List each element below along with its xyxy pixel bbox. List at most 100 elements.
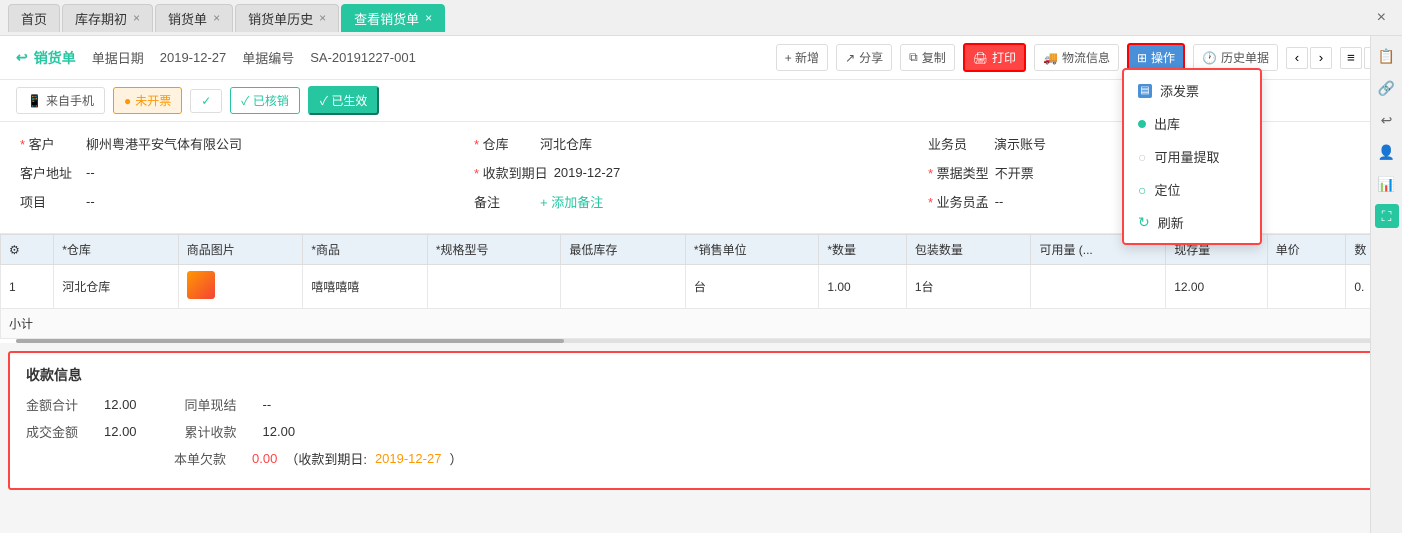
- staff2-label: 业务员孟: [928, 192, 989, 211]
- check-icon: ✓: [201, 94, 211, 108]
- tab-view-sales[interactable]: 查看销货单 ×: [341, 4, 445, 32]
- cancelled-button[interactable]: ✓ 已核销: [230, 87, 300, 114]
- row-price: [1267, 265, 1346, 309]
- share-icon: ↗: [845, 51, 855, 65]
- sidebar-chart-icon[interactable]: 📊: [1375, 172, 1399, 196]
- doc-actions: + 新增 ↗ 分享 ⧉ 复制 🖨 打印 🚚 物流信息 ⊞ 操作 �: [776, 43, 1386, 72]
- col-quantity: *数量: [819, 235, 907, 265]
- nav-arrows: ‹ ›: [1286, 47, 1332, 69]
- address-value: --: [86, 165, 95, 180]
- tab-view-sales-close[interactable]: ×: [425, 11, 432, 25]
- plus-icon: +: [540, 195, 548, 210]
- history-button[interactable]: 🕐 历史单据: [1193, 44, 1278, 71]
- available-label: 可用量提取: [1154, 147, 1219, 166]
- deal-amount-label: 成交金额: [26, 422, 96, 441]
- ticket-icon: ●: [124, 94, 131, 108]
- logistics-button[interactable]: 🚚 物流信息: [1034, 44, 1119, 71]
- tab-inventory-close[interactable]: ×: [133, 11, 140, 25]
- payment-date-value: 2019-12-27: [554, 165, 621, 180]
- tab-sales-history[interactable]: 销货单历史 ×: [235, 4, 339, 32]
- row-product: 嘻嘻嘻嘻: [303, 265, 428, 309]
- locate-icon: ○: [1138, 182, 1146, 198]
- warehouse-field: 仓库 河北仓库: [474, 134, 928, 153]
- tab-view-sales-label: 查看销货单: [354, 9, 419, 28]
- sidebar-return-icon[interactable]: ↩: [1375, 108, 1399, 132]
- tab-sales-close[interactable]: ×: [213, 11, 220, 25]
- print-button[interactable]: 🖨 打印: [963, 43, 1026, 72]
- from-phone-button[interactable]: 📱 来自手机: [16, 87, 105, 114]
- prev-button[interactable]: ‹: [1286, 47, 1308, 69]
- row-num: 1: [1, 265, 54, 309]
- table-row: 1 河北仓库 嘻嘻嘻嘻 台 1.00 1台 12.00 0.: [1, 265, 1402, 309]
- ticket-type-value: 不开票: [995, 163, 1034, 182]
- add-notes-link[interactable]: + 添加备注: [540, 192, 603, 211]
- add-invoice-icon: ▤: [1138, 84, 1152, 98]
- customer-label: 客户: [20, 134, 80, 153]
- tab-sales-history-close[interactable]: ×: [319, 11, 326, 25]
- share-button[interactable]: ↗ 分享: [836, 44, 892, 71]
- check-circle-icon: ✓: [241, 94, 249, 108]
- scroll-thumb: [16, 339, 564, 343]
- payment-info-section: 收款信息 金额合计 12.00 同单现结 -- 成交金额 12.00 累计收款 …: [26, 365, 1376, 476]
- address-field: 客户地址 --: [20, 163, 474, 182]
- sidebar-user-icon[interactable]: 👤: [1375, 140, 1399, 164]
- print-icon: 🖨: [973, 51, 988, 65]
- dropdown-available[interactable]: ○ 可用量提取: [1124, 140, 1260, 173]
- col-unit: *销售单位: [685, 235, 818, 265]
- tab-sales-history-label: 销货单历史: [248, 9, 313, 28]
- sidebar-expand-icon[interactable]: ⛶: [1375, 204, 1399, 228]
- next-button[interactable]: ›: [1310, 47, 1332, 69]
- amount-total-value: 12.00: [104, 397, 137, 412]
- col-min-stock: 最低库存: [561, 235, 686, 265]
- number-value: SA-20191227-001: [310, 50, 416, 65]
- product-image: [187, 271, 215, 299]
- cumulative-label: 累计收款: [185, 422, 255, 441]
- row-spec: [427, 265, 560, 309]
- dropdown-locate[interactable]: ○ 定位: [1124, 173, 1260, 206]
- effective-button[interactable]: ✓ 已生效: [308, 86, 380, 115]
- row-image: [178, 265, 303, 309]
- row-quantity: 1.00: [819, 265, 907, 309]
- tab-sales[interactable]: 销货单 ×: [155, 4, 233, 32]
- doc-title-text: 销货单: [34, 48, 76, 68]
- customer-value: 柳州粤港平安气体有限公司: [86, 134, 242, 153]
- date-label: 单据日期: [92, 48, 144, 67]
- history-icon: 🕐: [1202, 51, 1217, 65]
- sidebar-doc-icon[interactable]: 📋: [1375, 44, 1399, 68]
- owe-label: 本单欠款: [174, 449, 244, 468]
- operation-dropdown: ▤ 添发票 出库 ○ 可用量提取 ○ 定位 ↻ 刷新: [1122, 68, 1262, 245]
- not-open-button[interactable]: ● 未开票: [113, 87, 182, 114]
- truck-icon: 🚚: [1043, 51, 1058, 65]
- cumulative-value: 12.00: [263, 424, 296, 439]
- new-button[interactable]: + 新增: [776, 44, 828, 71]
- owe-row: 本单欠款 0.00 （收款到期日: 2019-12-27 ）: [26, 449, 1376, 468]
- copy-icon: ⧉: [909, 50, 918, 65]
- deal-amount-value: 12.00: [104, 424, 137, 439]
- col-settings: ⚙: [1, 235, 54, 265]
- dropdown-outbound[interactable]: 出库: [1124, 107, 1260, 140]
- tab-sales-label: 销货单: [168, 9, 207, 28]
- check-button[interactable]: ✓: [190, 89, 222, 113]
- project-field: 项目 --: [20, 192, 474, 211]
- window-close-button[interactable]: ×: [1369, 9, 1394, 27]
- row-current: 12.00: [1166, 265, 1268, 309]
- same-order-label: 同单现结: [185, 395, 255, 414]
- copy-button[interactable]: ⧉ 复制: [900, 44, 955, 71]
- tab-home[interactable]: 首页: [8, 4, 60, 32]
- tab-inventory-label: 库存期初: [75, 9, 127, 28]
- grid-icon: ⊞: [1137, 51, 1147, 65]
- sidebar-link-icon[interactable]: 🔗: [1375, 76, 1399, 100]
- phone-icon: 📱: [27, 94, 42, 108]
- row-available: [1031, 265, 1166, 309]
- subtotal-label: 小计: [1, 309, 1402, 339]
- list-view-button[interactable]: ≡: [1340, 47, 1362, 69]
- col-pack-qty: 包装数量: [906, 235, 1031, 265]
- tab-inventory[interactable]: 库存期初 ×: [62, 4, 153, 32]
- project-label: 项目: [20, 192, 80, 211]
- refresh-icon: ↻: [1138, 214, 1150, 231]
- scroll-bar: [16, 339, 1386, 343]
- payment-info-title: 收款信息: [26, 365, 1376, 385]
- dropdown-add-invoice[interactable]: ▤ 添发票: [1124, 74, 1260, 107]
- number-label: 单据编号: [242, 48, 294, 67]
- dropdown-refresh[interactable]: ↻ 刷新: [1124, 206, 1260, 239]
